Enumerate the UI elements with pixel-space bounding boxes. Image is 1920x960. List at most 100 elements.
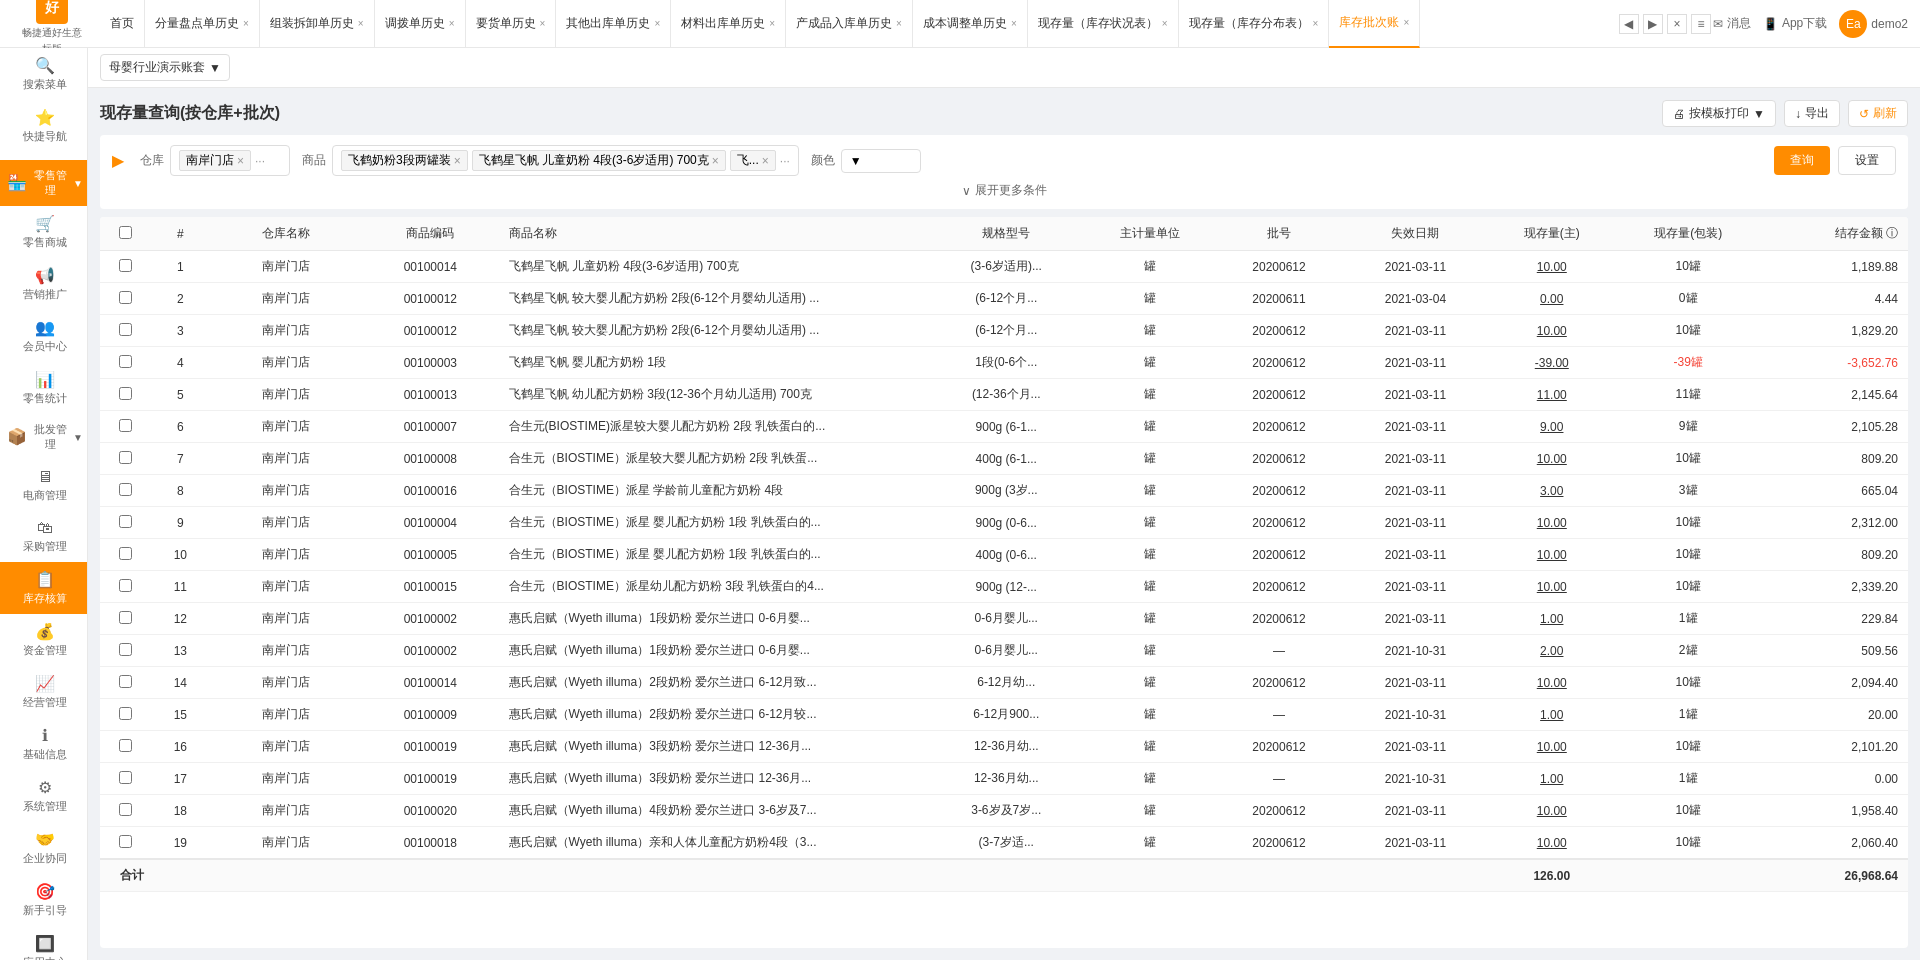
tab-3[interactable]: 要货单历史 ×	[466, 0, 557, 48]
logo-text: 畅捷通好生意	[22, 26, 82, 40]
sidebar-item-marketing[interactable]: 📢 营销推广	[0, 258, 87, 310]
sidebar-item-business[interactable]: 📈 经营管理	[0, 666, 87, 718]
table-scroll[interactable]: # 仓库名称 商品编码 商品名称 规格型号 主计量单位 批号 失效日期 现存量(…	[100, 217, 1908, 948]
warehouse-tag-remove[interactable]: ×	[237, 154, 244, 168]
sidebar-item-members[interactable]: 👥 会员中心	[0, 310, 87, 362]
product-more[interactable]: ···	[780, 154, 790, 168]
search-button[interactable]: 查询	[1774, 146, 1830, 175]
cell-checkbox[interactable]	[100, 731, 150, 763]
sidebar-item-search[interactable]: 🔍 搜索菜单	[0, 48, 87, 100]
cell-checkbox[interactable]	[100, 411, 150, 443]
cell-checkbox[interactable]	[100, 571, 150, 603]
tab-1[interactable]: 组装拆卸单历史 ×	[260, 0, 375, 48]
sidebar-item-collab[interactable]: 🤝 企业协同	[0, 822, 87, 874]
warehouse-more[interactable]: ···	[255, 154, 265, 168]
sidebar-item-apps[interactable]: 🔲 应用中心	[0, 926, 87, 960]
user-menu[interactable]: Ea demo2	[1839, 10, 1908, 38]
tab-8[interactable]: 现存量（库存状况表） ×	[1028, 0, 1179, 48]
sidebar-item-wholesale[interactable]: 📦 批发管理 ▼	[0, 414, 87, 460]
tab-0-close[interactable]: ×	[243, 18, 249, 29]
expand-conditions-btn[interactable]: ∨ 展开更多条件	[112, 182, 1896, 199]
tab-0[interactable]: 分量盘点单历史 ×	[145, 0, 260, 48]
export-button[interactable]: ↓ 导出	[1784, 100, 1840, 127]
message-btn[interactable]: ✉ 消息	[1713, 15, 1751, 32]
cell-warehouse: 南岸门店	[211, 251, 363, 283]
cell-pkg: 10罐	[1620, 731, 1756, 763]
sidebar-item-retail-shop[interactable]: 🛒 零售商城	[0, 206, 87, 258]
sidebar-item-retail-mgmt[interactable]: 🏪 零售管理 ▼	[0, 160, 87, 206]
cell-checkbox[interactable]	[100, 667, 150, 699]
cell-checkbox[interactable]	[100, 795, 150, 827]
sidebar-item-inventory[interactable]: 📋 库存核算	[0, 562, 87, 614]
tab-2-close[interactable]: ×	[449, 18, 455, 29]
product-input[interactable]: 飞鹤奶粉3段两罐装 × 飞鹤星飞帆 儿童奶粉 4段(3-6岁适用) 700克 ×…	[332, 145, 799, 176]
cell-pkg: 10罐	[1620, 315, 1756, 347]
page-header: 现存量查询(按仓库+批次) 🖨 按模板打印 ▼ ↓ 导出 ↺ 刷新	[100, 100, 1908, 127]
cell-warehouse: 南岸门店	[211, 283, 363, 315]
nav-prev[interactable]: ◀	[1619, 14, 1639, 34]
sidebar-item-nav[interactable]: ⭐ 快捷导航	[0, 100, 87, 152]
sidebar-item-retail-stats[interactable]: 📊 零售统计	[0, 362, 87, 414]
product-tag-0-remove[interactable]: ×	[454, 154, 461, 168]
tab-8-close[interactable]: ×	[1162, 18, 1168, 29]
tab-10[interactable]: 库存批次账 ×	[1329, 0, 1420, 48]
cell-code: 00100004	[362, 507, 498, 539]
cell-checkbox[interactable]	[100, 379, 150, 411]
th-checkbox[interactable]	[100, 217, 150, 251]
cell-checkbox[interactable]	[100, 699, 150, 731]
select-all-checkbox[interactable]	[119, 226, 132, 239]
tab-4[interactable]: 其他出库单历史 ×	[556, 0, 671, 48]
cell-checkbox[interactable]	[100, 763, 150, 795]
nav-close[interactable]: ×	[1667, 14, 1687, 34]
cell-batch: 20200612	[1211, 411, 1347, 443]
cell-checkbox[interactable]	[100, 315, 150, 347]
tab-9-close[interactable]: ×	[1313, 18, 1319, 29]
tab-1-close[interactable]: ×	[358, 18, 364, 29]
product-tag-1-remove[interactable]: ×	[712, 154, 719, 168]
sidebar-item-guide[interactable]: 🎯 新手引导	[0, 874, 87, 926]
download-btn[interactable]: 📱 App下载	[1763, 15, 1827, 32]
cell-checkbox[interactable]	[100, 251, 150, 283]
tab-5-close[interactable]: ×	[769, 18, 775, 29]
filter-expand-arrow[interactable]: ▶	[112, 151, 124, 170]
sidebar-item-purchase[interactable]: 🛍 采购管理	[0, 511, 87, 562]
tab-home[interactable]: 首页	[100, 0, 145, 48]
tab-10-close[interactable]: ×	[1403, 17, 1409, 28]
nav-menu[interactable]: ≡	[1691, 14, 1711, 34]
cell-expire: 2021-10-31	[1347, 635, 1483, 667]
sidebar-item-system[interactable]: ⚙ 系统管理	[0, 770, 87, 822]
sidebar-item-finance[interactable]: 💰 资金管理	[0, 614, 87, 666]
tab-7-close[interactable]: ×	[1011, 18, 1017, 29]
cell-checkbox[interactable]	[100, 507, 150, 539]
tab-3-close[interactable]: ×	[540, 18, 546, 29]
refresh-button[interactable]: ↺ 刷新	[1848, 100, 1908, 127]
cell-expire: 2021-03-11	[1347, 507, 1483, 539]
tab-5[interactable]: 材料出库单历史 ×	[671, 0, 786, 48]
sidebar: 🔍 搜索菜单 ⭐ 快捷导航 🏪 零售管理 ▼ 🛒 零售商城 📢 营销推广 👥 会…	[0, 48, 88, 960]
tab-9[interactable]: 现存量（库存分布表） ×	[1179, 0, 1330, 48]
tab-6[interactable]: 产成品入库单历史 ×	[786, 0, 913, 48]
cell-checkbox[interactable]	[100, 635, 150, 667]
template-print-button[interactable]: 🖨 按模板打印 ▼	[1662, 100, 1776, 127]
color-input[interactable]: ▼	[841, 149, 921, 173]
cell-checkbox[interactable]	[100, 539, 150, 571]
cell-code: 00100019	[362, 763, 498, 795]
sidebar-item-ecommerce[interactable]: 🖥 电商管理	[0, 460, 87, 511]
cell-checkbox[interactable]	[100, 475, 150, 507]
cell-batch: 20200612	[1211, 475, 1347, 507]
cell-checkbox[interactable]	[100, 603, 150, 635]
tab-2[interactable]: 调拨单历史 ×	[375, 0, 466, 48]
tab-6-close[interactable]: ×	[896, 18, 902, 29]
nav-next[interactable]: ▶	[1643, 14, 1663, 34]
cell-checkbox[interactable]	[100, 827, 150, 860]
product-tag-2-remove[interactable]: ×	[762, 154, 769, 168]
tab-4-close[interactable]: ×	[654, 18, 660, 29]
cell-checkbox[interactable]	[100, 443, 150, 475]
cell-checkbox[interactable]	[100, 347, 150, 379]
sidebar-item-basic-info[interactable]: ℹ 基础信息	[0, 718, 87, 770]
warehouse-selector[interactable]: 母婴行业演示账套 ▼	[100, 54, 230, 81]
cell-checkbox[interactable]	[100, 283, 150, 315]
settings-button[interactable]: 设置	[1838, 146, 1896, 175]
warehouse-input[interactable]: 南岸门店 × ···	[170, 145, 290, 176]
tab-7[interactable]: 成本调整单历史 ×	[913, 0, 1028, 48]
